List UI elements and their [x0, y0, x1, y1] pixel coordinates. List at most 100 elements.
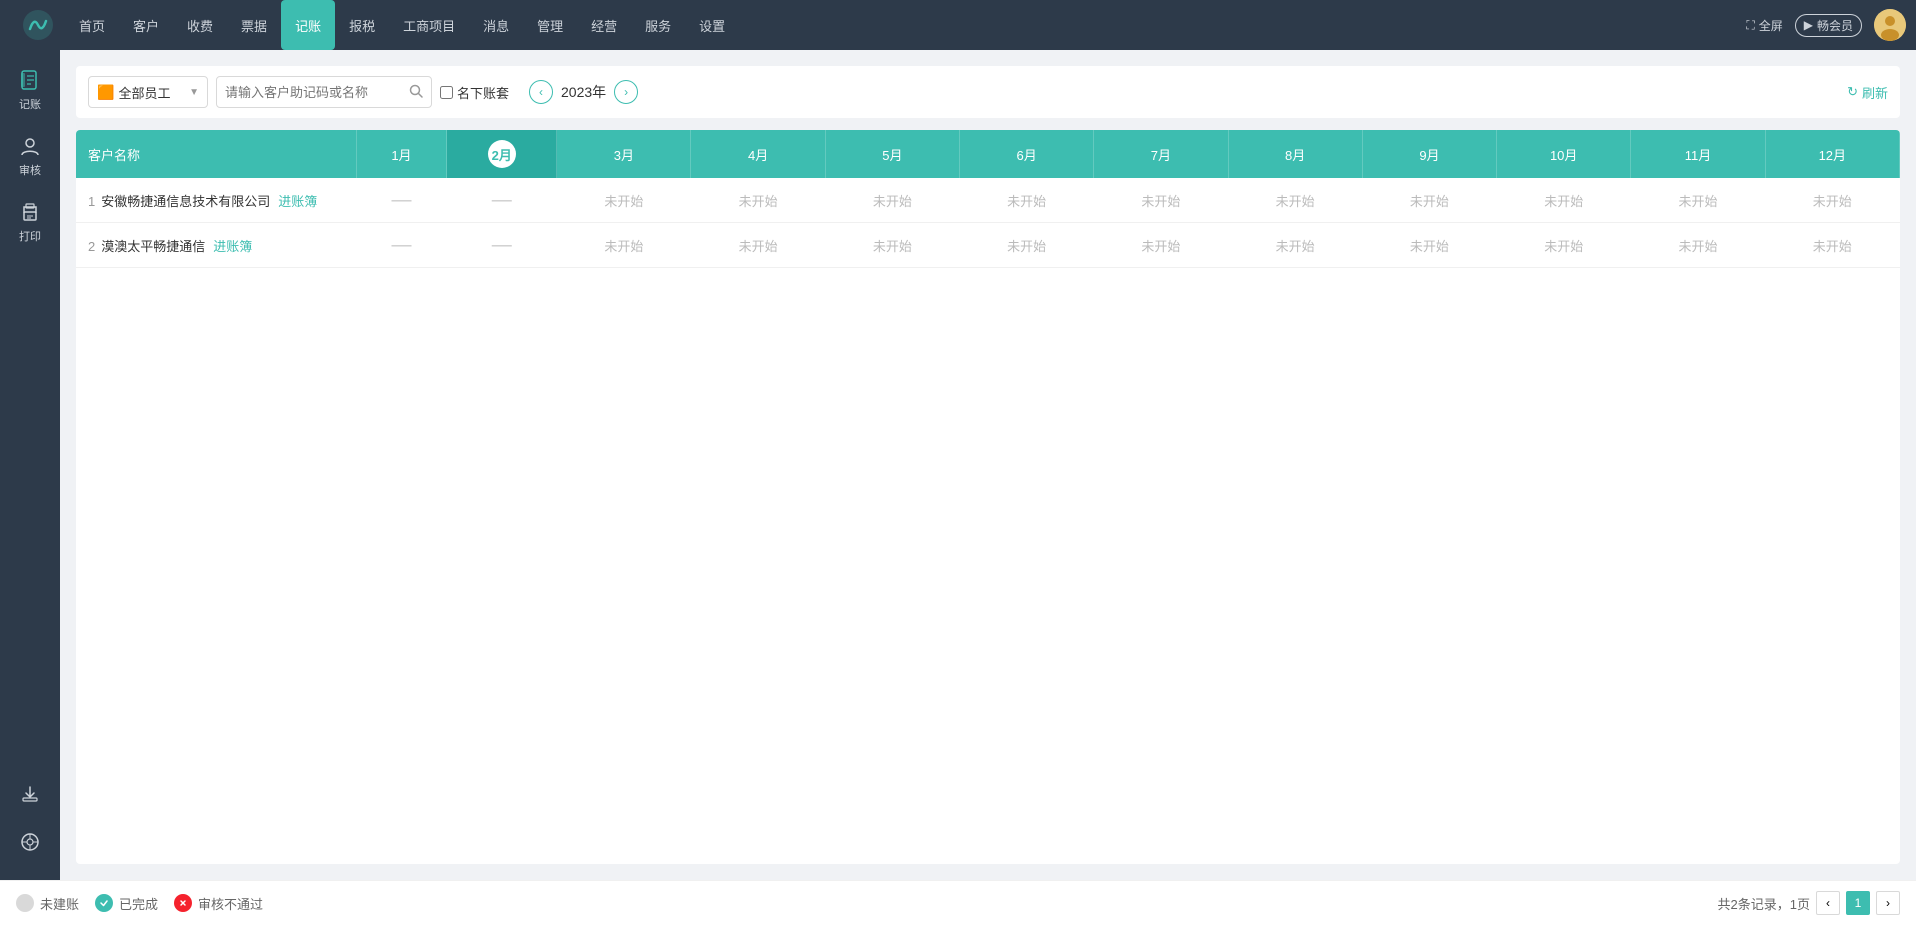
- member-label: 畅会员: [1817, 17, 1853, 34]
- sidebar-bottom: [2, 772, 58, 872]
- nav-item-operation[interactable]: 经营: [577, 0, 631, 50]
- col-header-m2: 2月: [447, 130, 557, 178]
- nav-item-client[interactable]: 客户: [119, 0, 173, 50]
- status-dash-icon: —: [492, 234, 512, 256]
- col-header-m6: 6月: [960, 130, 1094, 178]
- status-not-started: 未开始: [873, 194, 912, 209]
- col-header-m11: 11月: [1631, 130, 1765, 178]
- page-1-button[interactable]: 1: [1846, 891, 1870, 915]
- nav-item-business[interactable]: 工商项目: [389, 0, 469, 50]
- year-nav: ‹ 2023年 ›: [529, 80, 638, 104]
- legend-completed-label: 已完成: [119, 894, 158, 913]
- status-dash-icon: —: [492, 189, 512, 211]
- enter-ledger-link[interactable]: 进账簿: [213, 239, 252, 254]
- search-input[interactable]: [225, 85, 405, 100]
- status-not-started: 未开始: [1813, 194, 1852, 209]
- my-accounts-checkbox-label[interactable]: 名下账套: [440, 83, 509, 102]
- table-wrapper: 客户名称 1月 2月 3月 4月 5月 6月 7月 8月 9月 10月 11月: [76, 130, 1900, 864]
- avatar[interactable]: [1874, 9, 1906, 41]
- month-cell-m9: 未开始: [1362, 223, 1496, 268]
- month-cell-m9: 未开始: [1362, 178, 1496, 223]
- table-header-row: 客户名称 1月 2月 3月 4月 5月 6月 7月 8月 9月 10月 11月: [76, 130, 1900, 178]
- sidebar: 记账 审核 打印: [0, 50, 60, 880]
- search-button[interactable]: [409, 84, 423, 101]
- status-not-started: 未开始: [1007, 194, 1046, 209]
- nav-item-home[interactable]: 首页: [65, 0, 119, 50]
- month-cell-m11: 未开始: [1631, 178, 1765, 223]
- status-not-started: 未开始: [1141, 194, 1180, 209]
- month-cell-m8: 未开始: [1228, 223, 1362, 268]
- col-header-m1: 1月: [356, 130, 447, 178]
- sidebar-item-accounting[interactable]: 记账: [2, 58, 58, 120]
- month-cell-m5: 未开始: [825, 178, 959, 223]
- status-not-started: 未开始: [1678, 239, 1717, 254]
- employee-icon: 🟧: [97, 84, 114, 101]
- col-header-m10: 10月: [1497, 130, 1631, 178]
- month-cell-m8: 未开始: [1228, 178, 1362, 223]
- prev-year-button[interactable]: ‹: [529, 80, 553, 104]
- legend-rejected-label: 审核不通过: [198, 894, 263, 913]
- nav-item-service[interactable]: 服务: [631, 0, 685, 50]
- col-header-m12: 12月: [1765, 130, 1899, 178]
- employee-select[interactable]: 🟧 全部员工 ▼: [88, 76, 208, 108]
- nav-item-message[interactable]: 消息: [469, 0, 523, 50]
- enter-ledger-link[interactable]: 进账簿: [278, 194, 317, 209]
- nav-item-tax[interactable]: 报税: [335, 0, 389, 50]
- month-cell-m4: 未开始: [691, 178, 825, 223]
- sidebar-item-download[interactable]: [2, 772, 58, 816]
- status-not-started: 未开始: [1410, 194, 1449, 209]
- status-not-started: 未开始: [1007, 239, 1046, 254]
- status-not-started: 未开始: [1141, 239, 1180, 254]
- client-name: 漠澳太平畅捷通信: [101, 239, 205, 254]
- main-layout: 记账 审核 打印: [0, 50, 1916, 880]
- status-not-started: 未开始: [1410, 239, 1449, 254]
- status-not-started: 未开始: [1544, 194, 1583, 209]
- fullscreen-icon: ⛶: [1746, 18, 1754, 33]
- sidebar-item-print[interactable]: 打印: [2, 190, 58, 252]
- sidebar-review-label: 审核: [19, 162, 41, 178]
- refresh-label: 刷新: [1862, 83, 1888, 102]
- status-dash-icon: —: [391, 234, 411, 256]
- sidebar-accounting-label: 记账: [19, 96, 41, 112]
- prev-page-button[interactable]: ‹: [1816, 891, 1840, 915]
- fullscreen-button[interactable]: ⛶ 全屏: [1746, 17, 1782, 34]
- status-not-started: 未开始: [1276, 194, 1315, 209]
- ledger-icon: [16, 66, 44, 94]
- status-not-started: 未开始: [604, 194, 643, 209]
- status-not-started: 未开始: [1276, 239, 1315, 254]
- row-index: 1: [88, 194, 95, 209]
- sidebar-item-support[interactable]: [2, 820, 58, 864]
- nav-item-accounting[interactable]: 记账: [281, 0, 335, 50]
- support-icon: [16, 828, 44, 856]
- month-cell-m5: 未开始: [825, 223, 959, 268]
- legend-rejected: 审核不通过: [174, 894, 263, 913]
- status-not-started: 未开始: [1544, 239, 1583, 254]
- legend-grey-circle: [16, 894, 34, 912]
- legend-completed: 已完成: [95, 894, 158, 913]
- nav-item-invoice[interactable]: 票据: [227, 0, 281, 50]
- download-icon: [16, 780, 44, 808]
- nav-item-setting[interactable]: 设置: [685, 0, 739, 50]
- status-not-started: 未开始: [1678, 194, 1717, 209]
- next-page-button[interactable]: ›: [1876, 891, 1900, 915]
- sidebar-item-review[interactable]: 审核: [2, 124, 58, 186]
- month-cell-m3: 未开始: [557, 178, 691, 223]
- status-not-started: 未开始: [1813, 239, 1852, 254]
- nav-item-fee[interactable]: 收费: [173, 0, 227, 50]
- legend-red-circle: [174, 894, 192, 912]
- legend-not-built: 未建账: [16, 894, 79, 913]
- my-accounts-checkbox[interactable]: [440, 86, 453, 99]
- employee-label: 全部员工: [118, 83, 170, 102]
- refresh-button[interactable]: ↻ 刷新: [1847, 83, 1888, 102]
- month-cell-m10: 未开始: [1497, 223, 1631, 268]
- member-button[interactable]: ▶ 畅会员: [1795, 14, 1862, 37]
- dropdown-chevron-icon: ▼: [189, 87, 199, 98]
- nav-item-manage[interactable]: 管理: [523, 0, 577, 50]
- client-name: 安徽畅捷通信息技术有限公司: [101, 194, 270, 209]
- row-index: 2: [88, 239, 95, 254]
- fullscreen-label: 全屏: [1759, 17, 1783, 34]
- footer: 未建账 已完成 审核不通过 共2条记录，1页 ‹ 1 ›: [0, 880, 1916, 925]
- toolbar: 🟧 全部员工 ▼ 名下账套 ‹ 2023年 › ↻ 刷新: [76, 66, 1900, 118]
- month-cell-m6: 未开始: [960, 178, 1094, 223]
- next-year-button[interactable]: ›: [614, 80, 638, 104]
